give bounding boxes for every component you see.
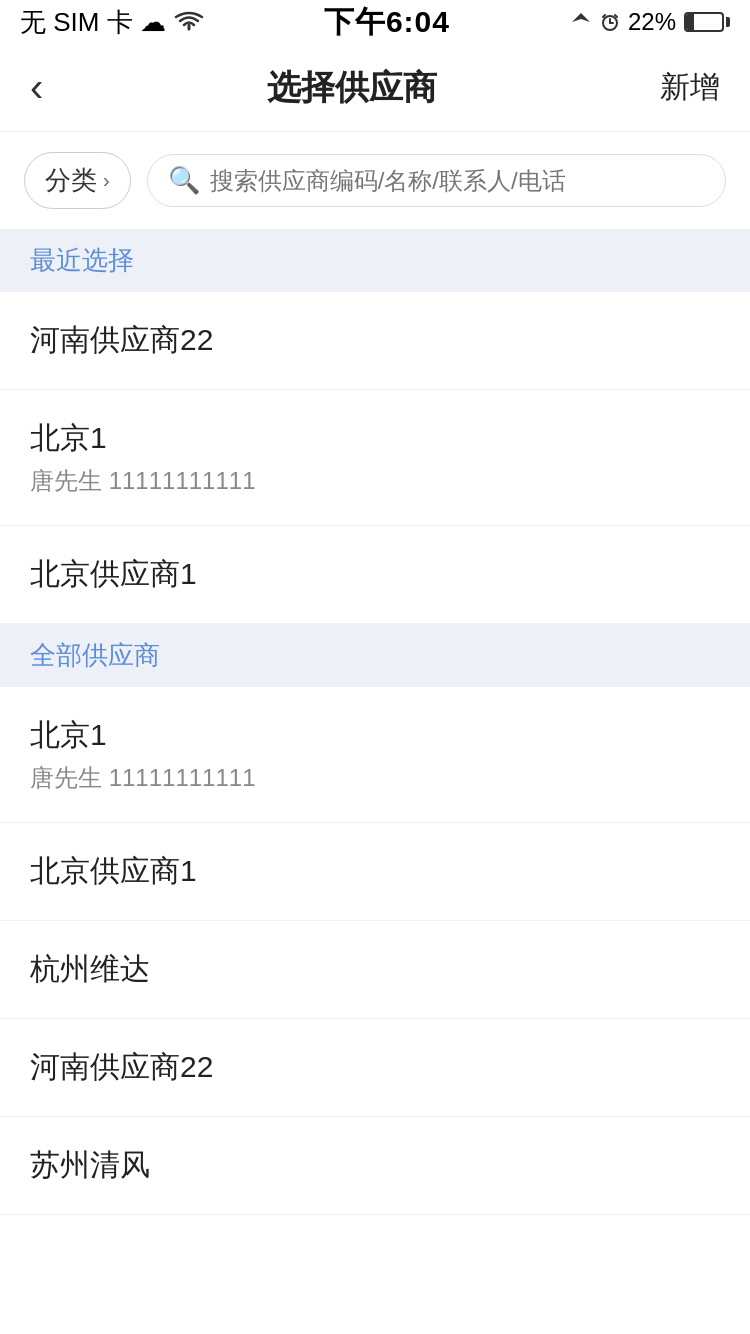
supplier-name: 河南供应商22	[30, 1047, 720, 1088]
svg-line-4	[615, 15, 617, 17]
battery-percent: 22%	[628, 8, 676, 36]
supplier-name: 北京1	[30, 715, 720, 756]
search-icon: 🔍	[168, 165, 200, 196]
filter-bar: 分类 › 🔍	[0, 132, 750, 229]
list-item[interactable]: 北京供应商1	[0, 526, 750, 624]
search-box[interactable]: 🔍	[147, 154, 726, 207]
battery-icon	[684, 12, 730, 32]
chevron-right-icon: ›	[103, 169, 110, 192]
list-item[interactable]: 河南供应商22	[0, 1019, 750, 1117]
supplier-detail: 唐先生 11111111111	[30, 465, 720, 497]
page-title: 选择供应商	[267, 65, 437, 111]
supplier-name: 北京供应商1	[30, 554, 720, 595]
list-item[interactable]: 河南供应商22	[0, 292, 750, 390]
svg-line-3	[603, 15, 605, 17]
list-item[interactable]: 苏州清风	[0, 1117, 750, 1215]
location-icon	[570, 11, 592, 33]
category-label: 分类	[45, 163, 97, 198]
section-header-recent: 最近选择	[0, 229, 750, 292]
supplier-name: 河南供应商22	[30, 320, 720, 361]
section-header-all: 全部供应商	[0, 624, 750, 687]
back-button[interactable]: ‹	[30, 65, 43, 110]
supplier-detail: 唐先生 11111111111	[30, 762, 720, 794]
wifi-icon	[174, 11, 204, 33]
list-item[interactable]: 北京1 唐先生 11111111111	[0, 687, 750, 823]
add-button[interactable]: 新增	[660, 67, 720, 108]
alarm-icon	[600, 12, 620, 32]
supplier-list: 最近选择河南供应商22 北京1 唐先生 11111111111 北京供应商1 全部供应商…	[0, 229, 750, 1215]
supplier-name: 杭州维达	[30, 949, 720, 990]
no-sim-text: 无 SIM 卡 ☁	[20, 5, 166, 40]
status-right: 22%	[570, 8, 730, 36]
status-left: 无 SIM 卡 ☁	[20, 5, 204, 40]
supplier-name: 北京1	[30, 418, 720, 459]
search-input[interactable]	[210, 167, 705, 195]
nav-bar: ‹ 选择供应商 新增	[0, 44, 750, 132]
supplier-name: 苏州清风	[30, 1145, 720, 1186]
status-bar: 无 SIM 卡 ☁ 下午6:04 22%	[0, 0, 750, 44]
list-item[interactable]: 杭州维达	[0, 921, 750, 1019]
supplier-name: 北京供应商1	[30, 851, 720, 892]
status-time: 下午6:04	[324, 2, 450, 43]
category-button[interactable]: 分类 ›	[24, 152, 131, 209]
list-item[interactable]: 北京供应商1	[0, 823, 750, 921]
list-item[interactable]: 北京1 唐先生 11111111111	[0, 390, 750, 526]
